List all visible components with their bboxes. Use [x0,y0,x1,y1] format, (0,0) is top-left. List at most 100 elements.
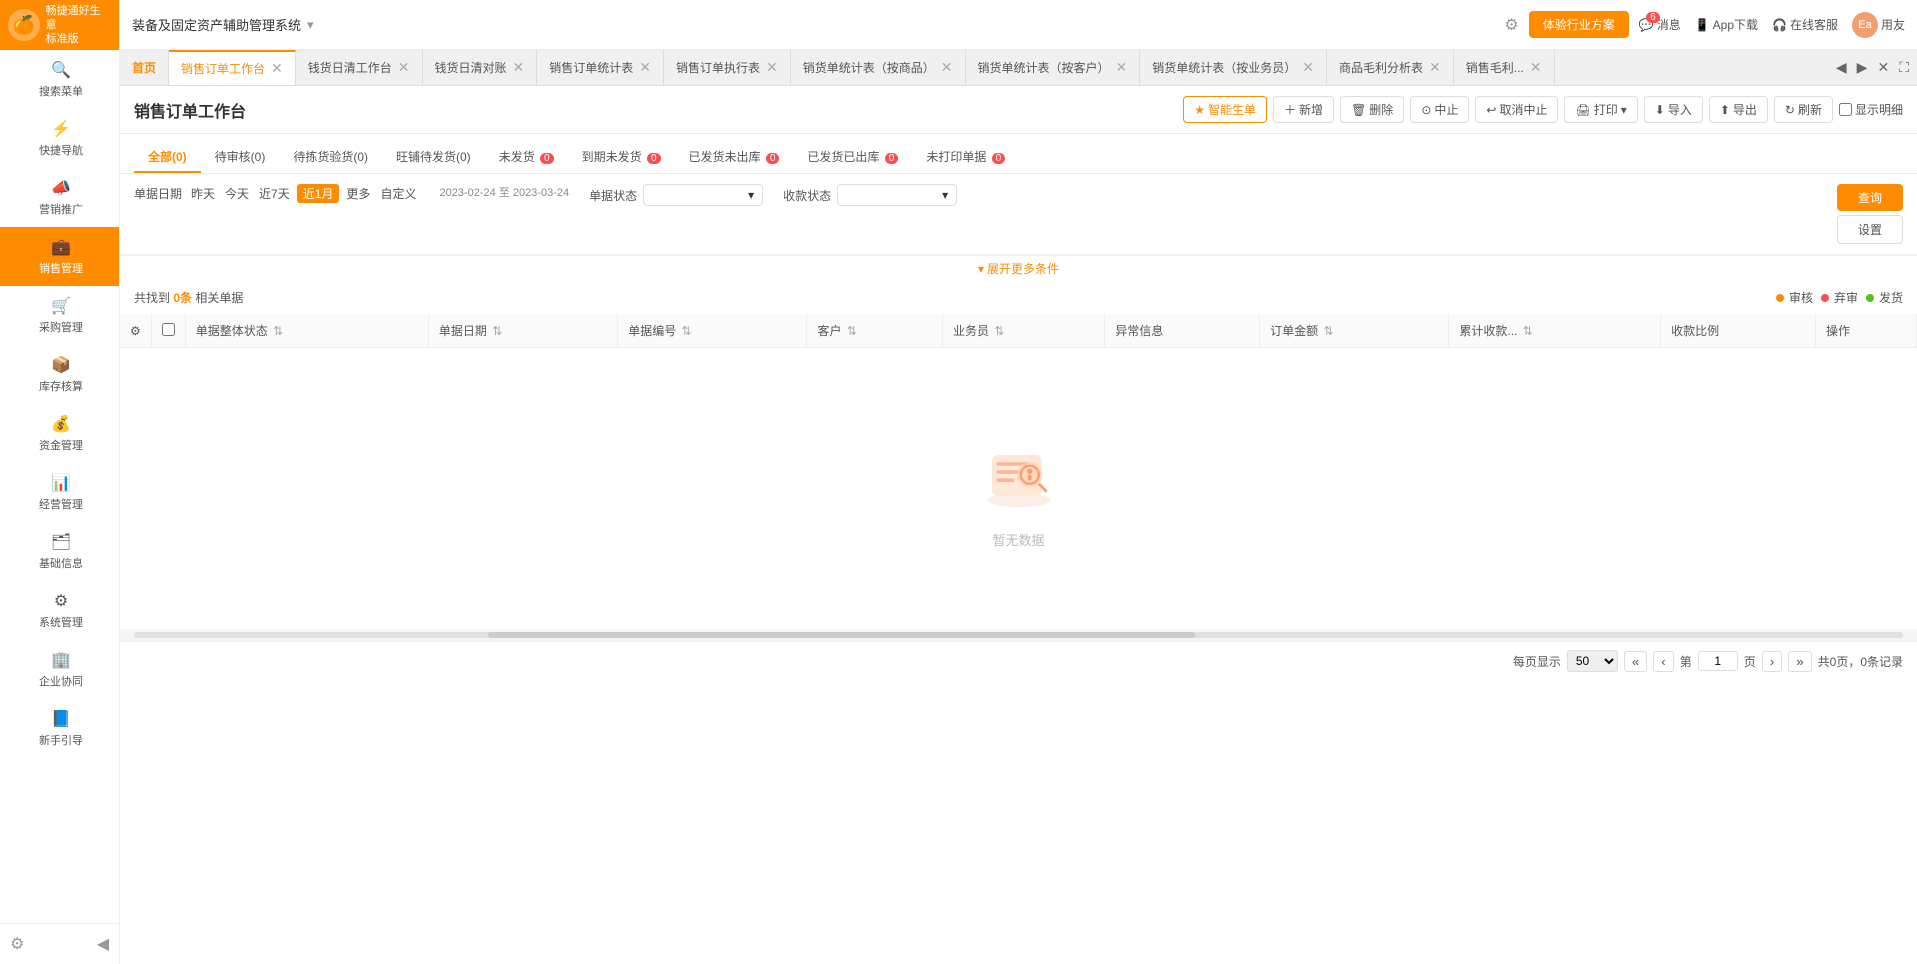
tab-sales-extra[interactable]: 销售毛利... ✕ [1454,50,1555,86]
tab-cash-daily[interactable]: 钱货日清工作台 ✕ [296,50,423,86]
sidebar-item-finance[interactable]: 💰 资金管理 [0,404,119,463]
per-page-select[interactable]: 50 10 20 100 [1567,650,1618,672]
show-detail-input[interactable] [1839,103,1852,116]
print-btn[interactable]: 🖨 打印 ▾ [1564,96,1637,123]
subtab-all[interactable]: 全部(0) [134,142,201,173]
th-staff[interactable]: 业务员 ⇅ [942,314,1104,348]
tab-sales-summary-customer[interactable]: 销货单统计表（按客户） ✕ [966,50,1141,86]
subtab-shipped-not-out[interactable]: 已发货未出库 0 [675,142,794,173]
th-amount[interactable]: 订单金额 ⇅ [1260,314,1449,348]
print-icon: 🖨 [1575,103,1590,117]
tab-home[interactable]: 首页 [120,50,169,86]
sidebar-item-quick-nav[interactable]: ⚡ 快捷导航 [0,109,119,168]
filter-setting-btn[interactable]: 设置 [1837,215,1903,244]
app-logo: 🍊 畅捷通好生意 标准版 [0,0,119,50]
tab-sales-order-workbench[interactable]: 销售订单工作台 ✕ [169,50,296,86]
app-download-link[interactable]: 📱 App下载 [1695,16,1758,33]
user-profile-link[interactable]: Ea 用友 [1852,12,1905,38]
date-7days[interactable]: 近7天 [256,184,293,203]
tab-close-all-icon[interactable]: ✕ [1873,57,1893,78]
add-btn[interactable]: ＋ 新增 [1273,96,1334,123]
tab-close-icon[interactable]: ✕ [639,59,651,76]
prev-page-btn[interactable]: ‹ [1653,651,1673,672]
export-btn[interactable]: ⬆ 导出 [1709,96,1768,123]
sidebar-item-marketing[interactable]: 📣 营销推广 [0,168,119,227]
ship-action-btn[interactable]: 发货 [1866,289,1903,306]
tab-close-icon[interactable]: ✕ [513,59,525,76]
th-settings[interactable]: ⚙ [120,314,151,348]
message-link[interactable]: 💬 6 消息 [1639,16,1681,33]
tab-close-icon[interactable]: ✕ [941,59,953,76]
tab-close-icon[interactable]: ✕ [766,59,778,76]
sidebar-settings-icon[interactable]: ⚙ [10,934,24,954]
delete-btn[interactable]: 🗑 删除 [1340,96,1404,123]
review-btn[interactable]: 审核 [1776,289,1813,306]
tab-product-margin[interactable]: 商品毛利分析表 ✕ [1327,50,1454,86]
topbar-settings-icon[interactable]: ⚙ [1504,15,1518,35]
expand-filter-btn[interactable]: ▾ 展开更多条件 [978,260,1059,277]
refresh-btn[interactable]: ↻ 刷新 [1774,96,1833,123]
sidebar-item-system[interactable]: ⚙ 系统管理 [0,581,119,640]
date-1month[interactable]: 近1月 [297,184,340,203]
online-service-link[interactable]: 🎧 在线客服 [1772,16,1838,33]
subtab-not-shipped[interactable]: 未发货 0 [485,142,568,173]
tab-close-icon[interactable]: ✕ [1116,59,1128,76]
subtab-not-printed[interactable]: 未打印单据 0 [912,142,1019,173]
tab-cash-reconcile[interactable]: 钱货日清对账 ✕ [423,50,538,86]
th-doc-no[interactable]: 单据编号 ⇅ [618,314,807,348]
tab-close-icon[interactable]: ✕ [398,59,410,76]
import-btn[interactable]: ⬇ 导入 [1644,96,1703,123]
tab-scroll-left-icon[interactable]: ◀ [1832,57,1851,78]
sidebar-item-operations[interactable]: 📊 经营管理 [0,463,119,522]
result-actions: 审核 弃审 发货 [1776,289,1903,306]
page-input[interactable] [1698,651,1738,671]
date-more[interactable]: 更多 [343,184,373,203]
tab-sales-exec[interactable]: 销售订单执行表 ✕ [664,50,791,86]
select-all-checkbox[interactable] [162,323,175,336]
tab-scroll-right-icon[interactable]: ▶ [1853,57,1872,78]
tab-close-icon[interactable]: ✕ [1429,59,1441,76]
query-btn[interactable]: 查询 [1837,184,1903,211]
subtab-wangpu-ship[interactable]: 旺铺待发货(0) [382,142,485,173]
horizontal-scrollbar[interactable] [120,629,1917,641]
sidebar-item-purchase[interactable]: 🛒 采购管理 [0,286,119,345]
cancel-review-btn[interactable]: 弃审 [1821,289,1858,306]
date-yesterday[interactable]: 昨天 [188,184,218,203]
sidebar-item-guide[interactable]: 📘 新手引导 [0,699,119,758]
smart-create-btn[interactable]: ★ 智能生单 [1183,96,1267,123]
th-received[interactable]: 累计收款... ⇅ [1449,314,1661,348]
th-exception[interactable]: 异常信息 [1105,314,1260,348]
th-checkbox[interactable] [151,314,185,348]
tab-sales-summary-product[interactable]: 销货单统计表（按商品） ✕ [791,50,966,86]
tab-close-icon[interactable]: ✕ [271,60,283,77]
sidebar-collapse-icon[interactable]: ◀ [97,934,109,954]
tab-sales-summary-staff[interactable]: 销货单统计表（按业务员） ✕ [1140,50,1327,86]
last-page-btn[interactable]: » [1788,651,1811,672]
subtab-pending-pick[interactable]: 待拣货验货(0) [279,142,382,173]
first-page-btn[interactable]: « [1624,651,1647,672]
tab-expand-icon[interactable]: ⛶ [1895,57,1913,78]
th-doc-status[interactable]: 单据整体状态 ⇅ [185,314,428,348]
cancel-stop-btn[interactable]: ↩ 取消中止 [1475,96,1558,123]
th-customer[interactable]: 客户 ⇅ [807,314,942,348]
date-today[interactable]: 今天 [222,184,252,203]
tab-close-icon[interactable]: ✕ [1302,59,1314,76]
sidebar-item-sales[interactable]: 💼 销售管理 [0,227,119,286]
th-doc-date[interactable]: 单据日期 ⇅ [428,314,617,348]
date-custom[interactable]: 自定义 [377,184,419,203]
sidebar-item-enterprise[interactable]: 🏢 企业协同 [0,640,119,699]
payment-status-select[interactable]: ▾ [837,184,957,206]
doc-status-select[interactable]: ▾ [643,184,763,206]
industry-btn[interactable]: 体验行业方案 [1529,11,1629,38]
stop-btn[interactable]: ⊙ 中止 [1410,96,1469,123]
tab-sales-stats[interactable]: 销售订单统计表 ✕ [537,50,664,86]
subtab-overdue-ship[interactable]: 到期未发货 0 [568,142,675,173]
subtab-pending-review[interactable]: 待审核(0) [201,142,280,173]
sidebar-item-basic-info[interactable]: 🗂 基础信息 [0,522,119,581]
subtab-shipped-out[interactable]: 已发货已出库 0 [793,142,912,173]
show-detail-checkbox[interactable]: 显示明细 [1839,101,1903,118]
sidebar-item-inventory[interactable]: 📦 库存核算 [0,345,119,404]
next-page-btn[interactable]: › [1762,651,1782,672]
tab-close-icon[interactable]: ✕ [1530,59,1542,76]
sidebar-item-search[interactable]: 🔍 搜索菜单 [0,50,119,109]
